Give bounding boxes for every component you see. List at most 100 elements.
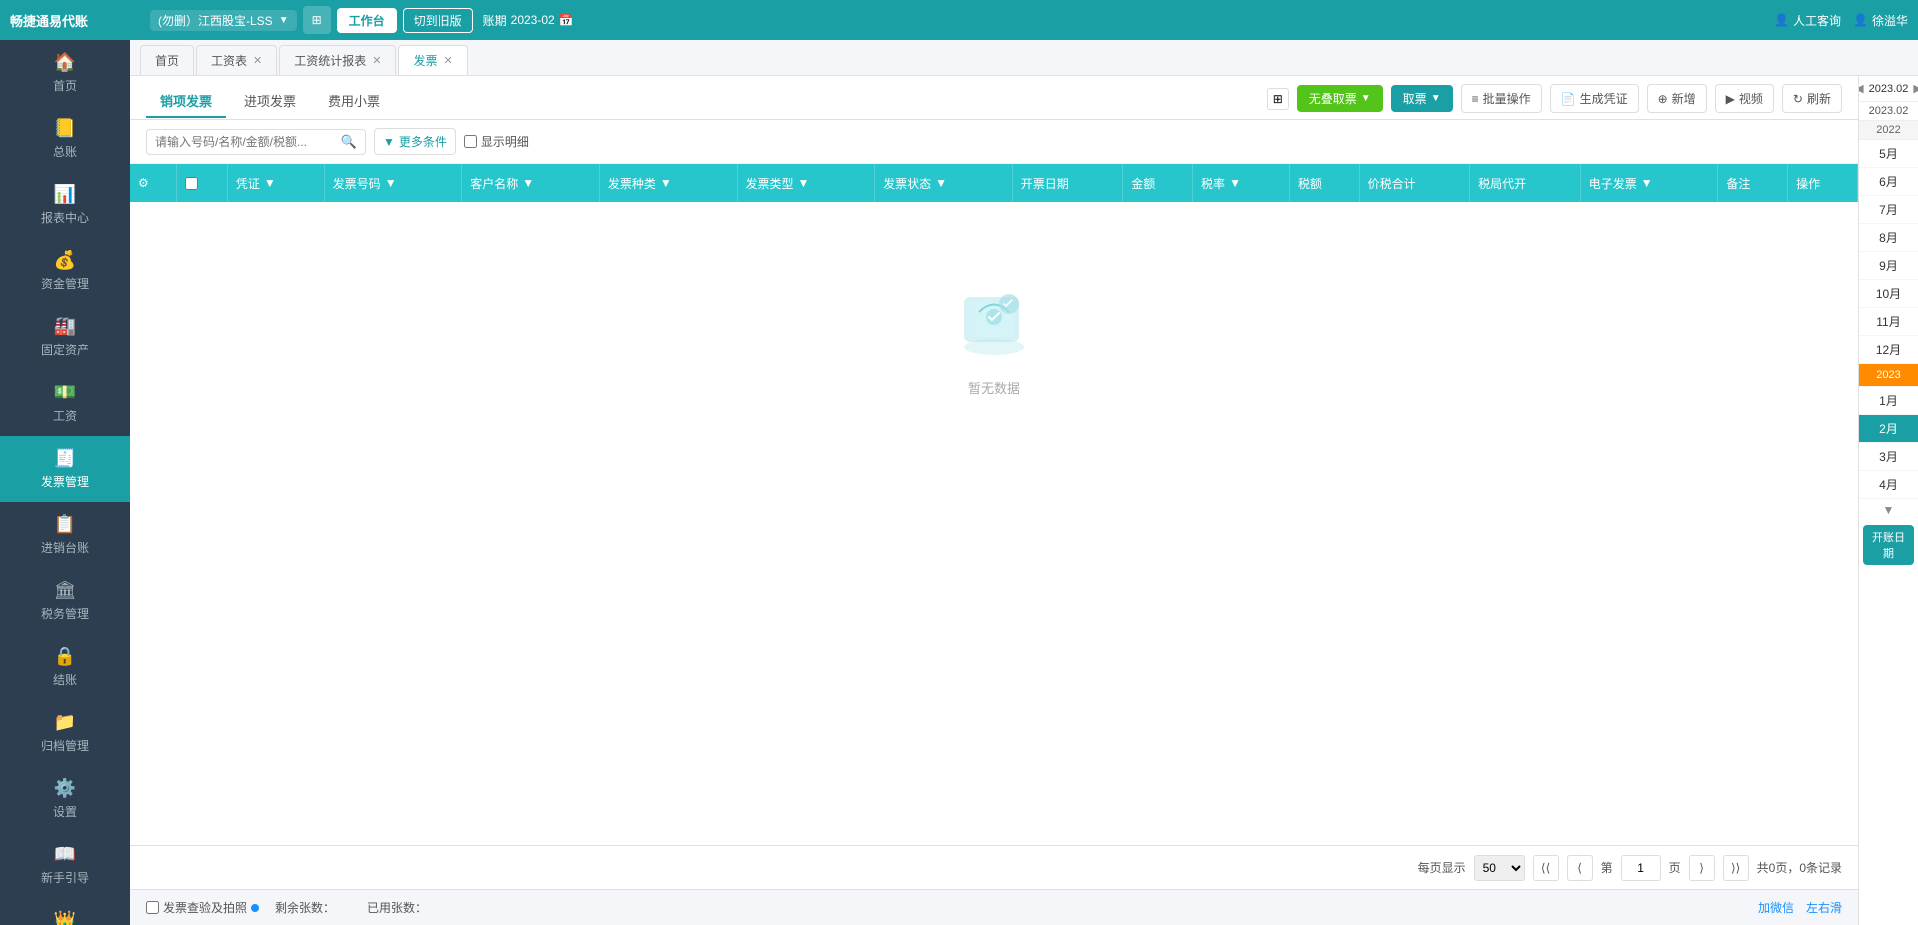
- sidebar-item-home[interactable]: 🏠 首页: [0, 40, 130, 106]
- new-button[interactable]: ⊕ 新增: [1647, 84, 1707, 113]
- tab-home[interactable]: 首页: [140, 45, 194, 75]
- sidebar-item-sales[interactable]: 📋 进销台账: [0, 502, 130, 568]
- more-filter-button[interactable]: ▼ 更多条件: [374, 128, 456, 155]
- tab-salary-table[interactable]: 工资表 ✕: [196, 45, 277, 75]
- col-invoice-status-filter[interactable]: ▼: [935, 176, 947, 190]
- month-2022-07[interactable]: 7月: [1859, 196, 1918, 224]
- col-e-invoice-filter[interactable]: ▼: [1641, 176, 1653, 190]
- col-invoice-no[interactable]: 发票号码 ▼: [324, 164, 462, 202]
- month-2023-01[interactable]: 1月: [1859, 387, 1918, 415]
- add-wechat-link[interactable]: 加微信: [1758, 899, 1794, 916]
- col-operation[interactable]: 操作: [1788, 164, 1858, 202]
- col-invoice-type-filter[interactable]: ▼: [660, 176, 672, 190]
- month-2022-10[interactable]: 10月: [1859, 280, 1918, 308]
- col-voucher[interactable]: 凭证 ▼: [227, 164, 324, 202]
- col-voucher-filter[interactable]: ▼: [264, 176, 276, 190]
- sidebar-item-funds[interactable]: 💰 资金管理: [0, 238, 130, 304]
- col-tax-amount[interactable]: 税额: [1289, 164, 1359, 202]
- month-2022-09[interactable]: 9月: [1859, 252, 1918, 280]
- sidebar-item-archive[interactable]: 📁 归档管理: [0, 700, 130, 766]
- sub-tab-sales-invoice[interactable]: 销项发票: [146, 85, 226, 118]
- month-2023-04[interactable]: 4月: [1859, 471, 1918, 499]
- next-page-btn[interactable]: ⟩: [1689, 855, 1715, 881]
- verify-checkbox-label[interactable]: 发票查验及拍照: [146, 899, 259, 916]
- no-cancel-ticket-button[interactable]: 无叠取票 ▼: [1297, 85, 1383, 112]
- date-next-btn[interactable]: ▶: [1910, 80, 1918, 97]
- month-2023-02[interactable]: 2月: [1859, 415, 1918, 443]
- sidebar-item-ledger[interactable]: 📒 总账: [0, 106, 130, 172]
- search-icon[interactable]: 🔍: [341, 134, 357, 150]
- company-icon-btn[interactable]: ⊞: [303, 6, 331, 34]
- col-invoice-category-filter[interactable]: ▼: [798, 176, 810, 190]
- tab-salary-stats[interactable]: 工资统计报表 ✕: [279, 45, 396, 75]
- page-size-select[interactable]: 50 20 100: [1474, 855, 1525, 881]
- col-checkbox[interactable]: [176, 164, 227, 202]
- col-customer[interactable]: 客户名称 ▼: [462, 164, 600, 202]
- cancel-label: 取票: [1403, 90, 1427, 107]
- select-all-checkbox[interactable]: [185, 177, 198, 190]
- col-customer-filter[interactable]: ▼: [522, 176, 534, 190]
- open-date-button[interactable]: 开账日期: [1863, 525, 1914, 565]
- col-remark[interactable]: 备注: [1718, 164, 1788, 202]
- date-prev-btn[interactable]: ◀: [1858, 80, 1867, 97]
- col-invoice-status[interactable]: 发票状态 ▼: [875, 164, 1013, 202]
- sub-tab-expense-receipt[interactable]: 费用小票: [314, 85, 394, 118]
- support-button[interactable]: 👤 人工客询: [1774, 12, 1841, 29]
- sidebar-item-tax[interactable]: 🏛 税务管理: [0, 568, 130, 634]
- col-tax-rate-filter[interactable]: ▼: [1229, 176, 1241, 190]
- sidebar-item-guide[interactable]: 📖 新手引导: [0, 832, 130, 898]
- tab-invoice[interactable]: 发票 ✕: [398, 45, 467, 75]
- switch-version-button[interactable]: 切到旧版: [403, 8, 473, 33]
- sidebar-item-salary[interactable]: 💵 工资: [0, 370, 130, 436]
- sidebar-item-settings[interactable]: ⚙️ 设置: [0, 766, 130, 832]
- calendar-icon[interactable]: 📅: [559, 13, 574, 27]
- col-tax-office[interactable]: 税局代开: [1470, 164, 1581, 202]
- sidebar-item-reports[interactable]: 📊 报表中心: [0, 172, 130, 238]
- batch-op-button[interactable]: ≡ 批量操作: [1461, 84, 1542, 113]
- workbench-button[interactable]: 工作台: [337, 8, 397, 33]
- col-invoice-no-filter[interactable]: ▼: [385, 176, 397, 190]
- refresh-button[interactable]: ↻ 刷新: [1782, 84, 1842, 113]
- tab-invoice-close[interactable]: ✕: [444, 54, 453, 67]
- verify-label: 发票查验及拍照: [163, 899, 247, 916]
- search-box[interactable]: 🔍: [146, 129, 366, 155]
- video-button[interactable]: ▶ 视频: [1715, 84, 1774, 113]
- tab-salary-stats-close[interactable]: ✕: [372, 54, 381, 67]
- col-amount[interactable]: 金额: [1123, 164, 1193, 202]
- col-e-invoice[interactable]: 电子发票 ▼: [1580, 164, 1718, 202]
- left-right-link[interactable]: 左右滑: [1806, 899, 1842, 916]
- month-2022-08[interactable]: 8月: [1859, 224, 1918, 252]
- prev-page-btn[interactable]: ⟨: [1567, 855, 1593, 881]
- month-2022-06[interactable]: 6月: [1859, 168, 1918, 196]
- page-input[interactable]: [1621, 855, 1661, 881]
- first-page-btn[interactable]: ⟨⟨: [1533, 855, 1559, 881]
- col-invoice-type[interactable]: 发票种类 ▼: [599, 164, 737, 202]
- status-bar: 发票查验及拍照 剩余张数： 已用张数： 加微信 左右滑: [130, 889, 1858, 925]
- col-settings[interactable]: ⚙: [130, 164, 176, 202]
- sidebar-item-member[interactable]: 👑 畅会员: [0, 898, 130, 925]
- grid-view-btn[interactable]: ⊞: [1267, 88, 1289, 110]
- col-tax-total[interactable]: 价税合计: [1359, 164, 1470, 202]
- tab-salary-table-close[interactable]: ✕: [253, 54, 262, 67]
- generate-voucher-button[interactable]: 📄 生成凭证: [1550, 84, 1639, 113]
- month-2022-11[interactable]: 11月: [1859, 308, 1918, 336]
- date-scroll-down[interactable]: ▼: [1859, 499, 1918, 521]
- last-page-btn[interactable]: ⟩⟩: [1723, 855, 1749, 881]
- month-2022-05[interactable]: 5月: [1859, 140, 1918, 168]
- col-open-date[interactable]: 开票日期: [1012, 164, 1123, 202]
- sub-tab-purchase-invoice[interactable]: 进项发票: [230, 85, 310, 118]
- sidebar-item-invoice[interactable]: 🧾 发票管理: [0, 436, 130, 502]
- company-selector[interactable]: (勿删）江西股宝-LSS ▼: [150, 10, 297, 31]
- verify-checkbox[interactable]: [146, 901, 159, 914]
- col-tax-rate[interactable]: 税率 ▼: [1193, 164, 1290, 202]
- sidebar-item-close[interactable]: 🔒 结账: [0, 634, 130, 700]
- search-input[interactable]: [155, 135, 335, 149]
- user-menu[interactable]: 👤 徐溢华: [1853, 12, 1908, 29]
- month-2022-12[interactable]: 12月: [1859, 336, 1918, 364]
- month-2023-03[interactable]: 3月: [1859, 443, 1918, 471]
- show-detail-checkbox[interactable]: 显示明细: [464, 133, 529, 150]
- sidebar-item-assets[interactable]: 🏭 固定资产: [0, 304, 130, 370]
- cancel-ticket-button[interactable]: 取票 ▼: [1391, 85, 1453, 112]
- show-detail-input[interactable]: [464, 135, 477, 148]
- col-invoice-category[interactable]: 发票类型 ▼: [737, 164, 875, 202]
